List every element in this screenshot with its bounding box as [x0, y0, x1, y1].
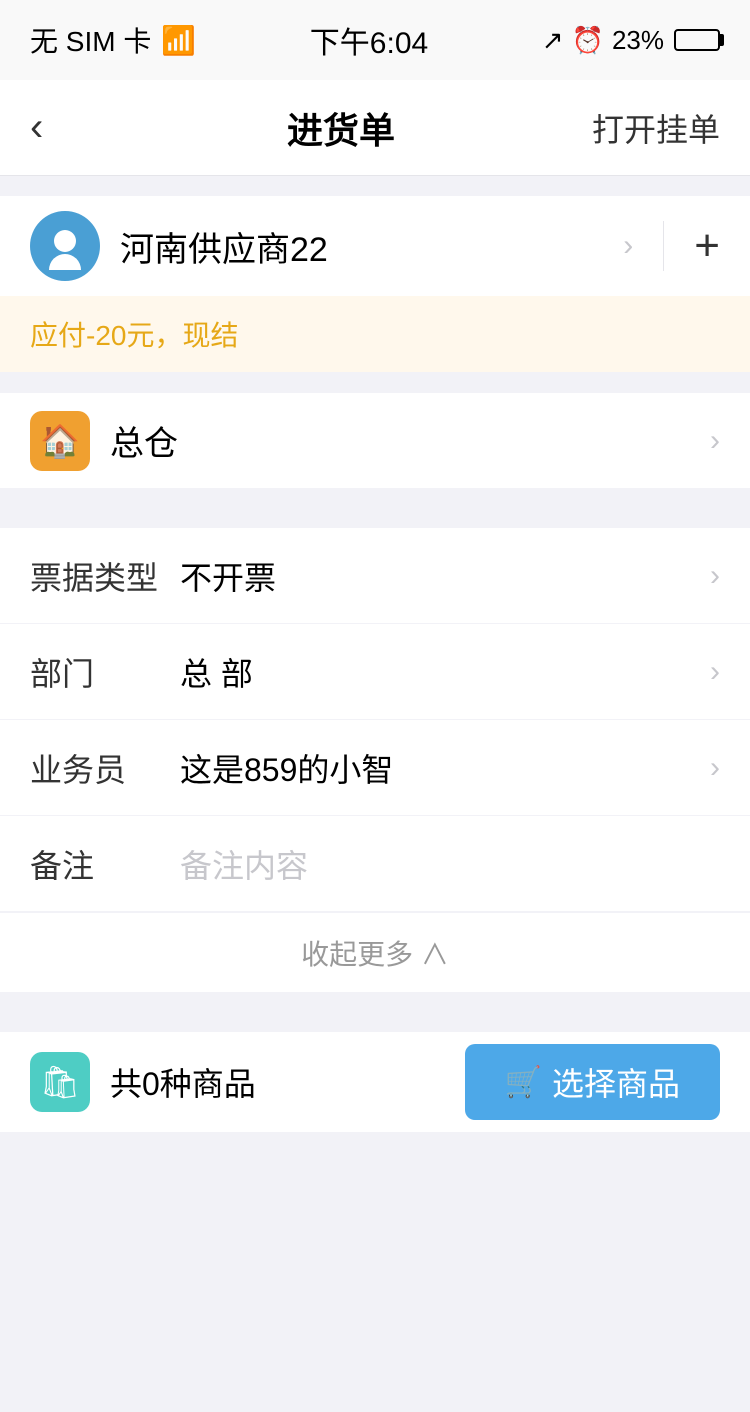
product-bag-icon: 🛍 — [30, 1052, 90, 1112]
select-product-icon: 🛒 — [505, 1065, 542, 1100]
status-right: ↗ ⏰ 23% — [542, 25, 720, 56]
invoice-type-row[interactable]: 票据类型 不开票 › — [0, 528, 750, 624]
back-button[interactable]: ‹ — [30, 105, 90, 150]
supplier-divider — [663, 221, 664, 271]
product-count-label: 共0种商品 — [110, 1059, 465, 1105]
mid-divider-1 — [0, 372, 750, 392]
salesperson-label: 业务员 — [30, 745, 170, 791]
status-bar: 无 SIM 卡 📶 下午6:04 ↗ ⏰ 23% — [0, 0, 750, 80]
salesperson-row[interactable]: 业务员 这是859的小智 › — [0, 720, 750, 816]
alarm-icon: ⏰ — [572, 25, 604, 56]
avatar-person-icon — [49, 230, 81, 262]
location-icon: ↗ — [542, 25, 564, 56]
notice-bar: 应付-20元，现结 — [0, 296, 750, 372]
supplier-arrow-icon: › — [623, 229, 633, 263]
department-label: 部门 — [30, 649, 170, 695]
gray-background — [0, 1132, 750, 1412]
warehouse-name: 总仓 — [110, 416, 710, 465]
department-arrow-icon: › — [710, 655, 720, 689]
battery-percent: 23% — [612, 25, 664, 56]
status-left: 无 SIM 卡 📶 — [30, 20, 196, 60]
collapse-row[interactable]: 收起更多 ∧ — [0, 912, 750, 992]
salesperson-arrow-icon: › — [710, 751, 720, 785]
invoice-type-arrow-icon: › — [710, 559, 720, 593]
remark-row[interactable]: 备注 备注内容 — [0, 816, 750, 912]
form-section: 票据类型 不开票 › 部门 总 部 › 业务员 这是859的小智 › 备注 备注… — [0, 528, 750, 992]
product-footer: 🛍 共0种商品 🛒 选择商品 — [0, 1032, 750, 1132]
supplier-name: 河南供应商22 — [120, 222, 623, 271]
warehouse-icon: 🏠 — [30, 411, 90, 471]
page-title: 进货单 — [287, 102, 395, 154]
invoice-type-label: 票据类型 — [30, 553, 170, 599]
collapse-label: 收起更多 ∧ — [301, 933, 449, 973]
notice-text: 应付-20元，现结 — [30, 320, 238, 351]
warehouse-arrow-icon: › — [710, 424, 720, 458]
remark-placeholder: 备注内容 — [170, 841, 720, 887]
bottom-divider — [0, 992, 750, 1012]
mid-divider-2 — [0, 488, 750, 508]
select-product-button[interactable]: 🛒 选择商品 — [465, 1044, 720, 1120]
add-supplier-button[interactable]: + — [694, 221, 720, 271]
department-value: 总 部 — [170, 649, 710, 695]
department-row[interactable]: 部门 总 部 › — [0, 624, 750, 720]
warehouse-section: 🏠 总仓 › — [0, 392, 750, 488]
warehouse-row[interactable]: 🏠 总仓 › — [0, 392, 750, 488]
nav-bar: ‹ 进货单 打开挂单 — [0, 80, 750, 176]
select-product-label: 选择商品 — [552, 1059, 680, 1105]
invoice-type-value: 不开票 — [170, 553, 710, 599]
remark-label: 备注 — [30, 841, 170, 887]
battery-bar — [674, 29, 720, 51]
open-pending-button[interactable]: 打开挂单 — [592, 105, 720, 151]
status-time: 下午6:04 — [310, 18, 428, 62]
supplier-avatar — [30, 211, 100, 281]
supplier-row[interactable]: 河南供应商22 › + — [0, 196, 750, 296]
salesperson-value: 这是859的小智 — [170, 745, 710, 791]
supplier-section: 河南供应商22 › + 应付-20元，现结 — [0, 196, 750, 372]
top-divider — [0, 176, 750, 196]
wifi-icon: 📶 — [161, 24, 196, 57]
carrier-label: 无 SIM 卡 — [30, 20, 151, 60]
